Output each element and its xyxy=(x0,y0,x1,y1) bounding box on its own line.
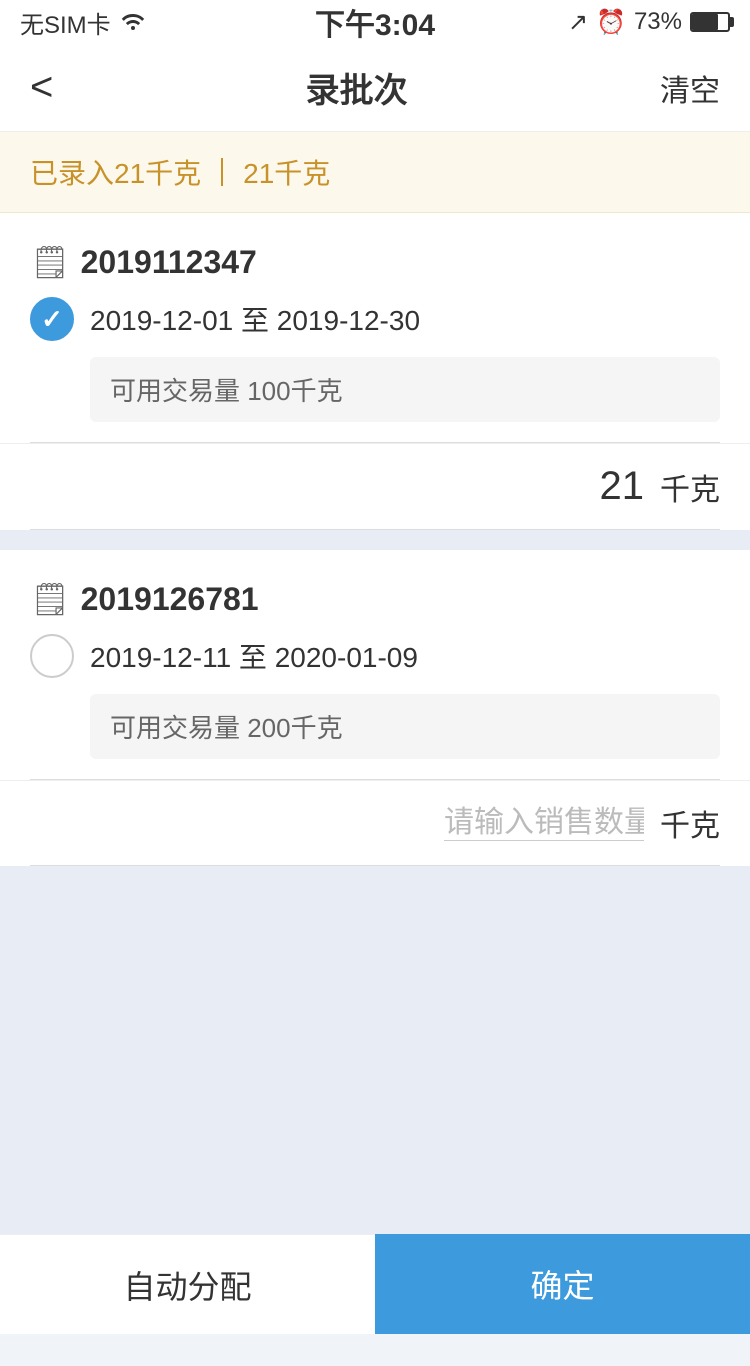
batch2-id: 2019126781 xyxy=(81,581,259,618)
batch1-row[interactable]: 2019-12-01 至 2019-12-30 xyxy=(30,297,720,341)
batch1-radio[interactable] xyxy=(30,297,74,341)
batch1-date: 2019-12-01 至 2019-12-30 xyxy=(90,299,420,339)
info-value: 21千克 xyxy=(243,152,330,192)
batch2-input-row: 千克 xyxy=(0,780,750,865)
batch1-id: 2019112347 xyxy=(81,244,257,281)
batch2-unit: 千克 xyxy=(660,801,720,845)
batch2-header: 🗒 2019126781 xyxy=(30,580,720,618)
batch2-qty-input[interactable] xyxy=(444,806,644,841)
carrier-text: 无SIM卡 xyxy=(20,5,111,40)
battery-percent: 73% xyxy=(634,8,682,36)
batch2-available: 可用交易量 200千克 xyxy=(90,694,720,759)
batch1-available: 可用交易量 100千克 xyxy=(90,357,720,422)
auto-distribute-button[interactable]: 自动分配 xyxy=(0,1234,375,1334)
batch2-radio[interactable] xyxy=(30,634,74,678)
batch2-row[interactable]: 2019-12-11 至 2020-01-09 xyxy=(30,634,720,678)
clear-button[interactable]: 清空 xyxy=(660,66,720,110)
nav-bar: < 录批次 清空 xyxy=(0,44,750,132)
bottom-bar: 自动分配 确定 xyxy=(0,1234,750,1334)
page-title: 录批次 xyxy=(306,63,408,112)
batch2-date: 2019-12-11 至 2020-01-09 xyxy=(90,636,418,676)
info-banner: 已录入21千克 21千克 xyxy=(0,132,750,213)
confirm-button[interactable]: 确定 xyxy=(375,1234,750,1334)
status-bar: 无SIM卡 下午3:04 ↗ ⏰ 73% xyxy=(0,0,750,44)
batch1-input-row: 21 千克 xyxy=(0,443,750,529)
location-icon: ↗ xyxy=(568,8,588,37)
battery-icon xyxy=(690,12,730,32)
batch2-icon: 🗒 xyxy=(30,580,71,618)
gray-area xyxy=(0,866,750,1266)
spacer1 xyxy=(0,530,750,550)
batch1-qty: 21 xyxy=(600,464,645,509)
status-left: 无SIM卡 xyxy=(20,5,147,40)
info-label: 已录入21千克 xyxy=(30,152,201,192)
batch1-header: 🗒 2019112347 xyxy=(30,243,720,281)
status-right: ↗ ⏰ 73% xyxy=(568,8,730,37)
batch2-card: 🗒 2019126781 2019-12-11 至 2020-01-09 可用交… xyxy=(0,550,750,866)
info-divider xyxy=(221,158,223,186)
alarm-icon: ⏰ xyxy=(596,8,626,37)
batch1-card: 🗒 2019112347 2019-12-01 至 2019-12-30 可用交… xyxy=(0,213,750,530)
back-button[interactable]: < xyxy=(30,65,53,110)
batch1-icon: 🗒 xyxy=(30,243,71,281)
status-time: 下午3:04 xyxy=(315,0,435,44)
wifi-icon xyxy=(119,8,147,37)
batch1-unit: 千克 xyxy=(660,465,720,509)
